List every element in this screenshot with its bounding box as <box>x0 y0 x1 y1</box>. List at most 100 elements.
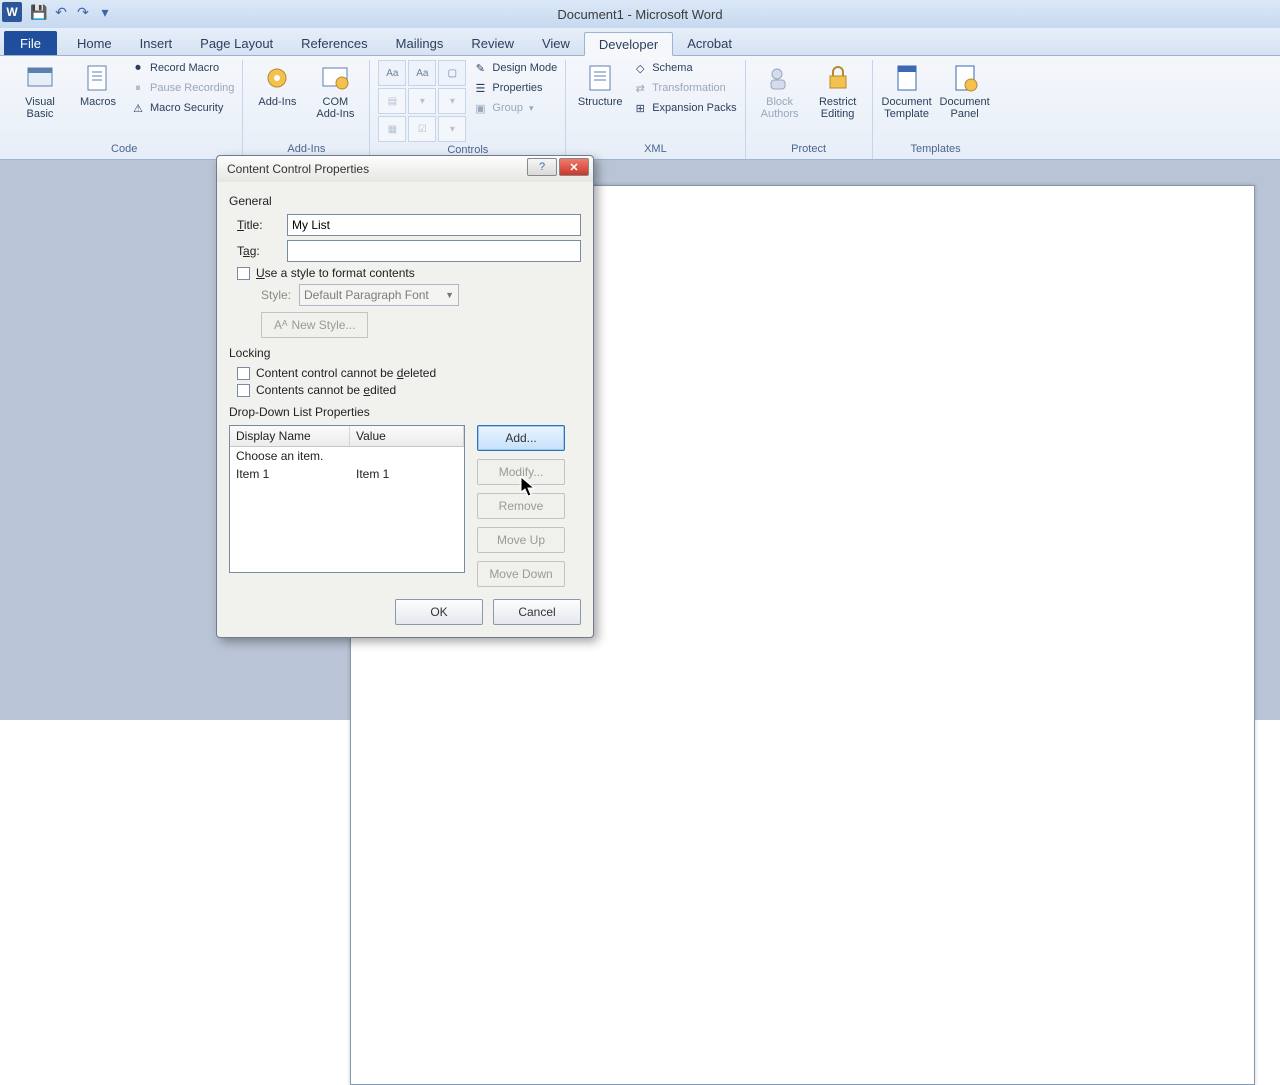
use-style-label: Use a style to format contents <box>256 266 415 280</box>
control-richtext[interactable]: Aa <box>378 60 406 86</box>
block-authors-icon <box>764 62 796 94</box>
add-button[interactable]: Add... <box>477 425 565 451</box>
template-icon <box>891 62 923 94</box>
save-icon[interactable]: 💾 <box>30 3 48 21</box>
group-button: ▣Group▾ <box>472 100 557 116</box>
visual-basic-button[interactable]: Visual Basic <box>14 60 66 122</box>
ribbon-group-addins: Add-Ins COM Add-Ins Add-Ins <box>243 60 370 159</box>
com-addins-icon <box>319 62 351 94</box>
help-icon: ? <box>539 161 545 173</box>
new-style-icon: Aᴬ <box>274 318 287 332</box>
tab-home[interactable]: Home <box>63 31 126 55</box>
tab-review[interactable]: Review <box>457 31 528 55</box>
lock-icon <box>822 62 854 94</box>
section-locking: Locking <box>229 346 581 360</box>
visual-basic-icon <box>24 62 56 94</box>
help-button[interactable]: ? <box>527 158 557 176</box>
group-label-xml: XML <box>644 141 667 159</box>
lock-edit-checkbox[interactable] <box>237 384 250 397</box>
chevron-down-icon: ▾ <box>529 103 534 114</box>
control-dropdown: ▾ <box>438 88 466 114</box>
tab-references[interactable]: References <box>287 31 381 55</box>
control-combobox: ▾ <box>408 88 436 114</box>
macro-security-button[interactable]: ⚠Macro Security <box>130 100 234 116</box>
move-down-button: Move Down <box>477 561 565 587</box>
use-style-checkbox[interactable] <box>237 267 250 280</box>
design-mode-button[interactable]: ✎Design Mode <box>472 60 557 76</box>
ribbon-group-xml: Structure ◇Schema ⇄Transformation ⊞Expan… <box>566 60 745 159</box>
modify-button: Modify... <box>477 459 565 485</box>
tag-label: Tag: <box>237 244 279 258</box>
title-bar: W 💾 ↶ ↷ ▾ Document1 - Microsoft Word <box>0 0 1280 28</box>
design-mode-icon: ✎ <box>472 60 488 76</box>
lock-delete-label: Content control cannot be deleted <box>256 366 436 380</box>
ribbon: Visual Basic Macros ⏺Record Macro ⏸Pause… <box>0 56 1280 160</box>
control-buildingblock: ▤ <box>378 88 406 114</box>
tab-mailings[interactable]: Mailings <box>382 31 458 55</box>
tab-file[interactable]: File <box>4 31 57 55</box>
macros-icon <box>82 62 114 94</box>
style-combo: Default Paragraph Font ▼ <box>299 284 459 306</box>
structure-button[interactable]: Structure <box>574 60 626 110</box>
window-title: Document1 - Microsoft Word <box>557 7 722 22</box>
document-template-button[interactable]: Document Template <box>881 60 933 122</box>
control-legacy: ▾ <box>438 116 466 142</box>
content-control-properties-dialog: Content Control Properties ? ✕ General T… <box>216 155 594 638</box>
expansion-packs-button[interactable]: ⊞Expansion Packs <box>632 100 736 116</box>
document-panel-button[interactable]: Document Panel <box>939 60 991 122</box>
group-label-protect: Protect <box>791 141 826 159</box>
group-icon: ▣ <box>472 100 488 116</box>
redo-icon[interactable]: ↷ <box>74 3 92 21</box>
title-input[interactable] <box>287 214 581 236</box>
control-picture[interactable]: ▢ <box>438 60 466 86</box>
dialog-title: Content Control Properties <box>227 162 369 176</box>
quick-access-toolbar: W 💾 ↶ ↷ ▾ <box>2 2 114 22</box>
remove-button: Remove <box>477 493 565 519</box>
tab-page-layout[interactable]: Page Layout <box>186 31 287 55</box>
addins-button[interactable]: Add-Ins <box>251 60 303 110</box>
cancel-button[interactable]: Cancel <box>493 599 581 625</box>
workspace <box>0 160 1280 720</box>
tab-view[interactable]: View <box>528 31 584 55</box>
undo-icon[interactable]: ↶ <box>52 3 70 21</box>
list-item[interactable]: Choose an item. <box>230 447 464 465</box>
style-combo-value: Default Paragraph Font <box>304 288 429 302</box>
style-label: Style: <box>261 288 291 302</box>
title-label: Title: <box>237 218 279 232</box>
control-checkbox: ☑ <box>408 116 436 142</box>
qat-more-icon[interactable]: ▾ <box>96 3 114 21</box>
tab-insert[interactable]: Insert <box>126 31 187 55</box>
dropdown-items-listbox[interactable]: Display Name Value Choose an item. Item … <box>229 425 465 573</box>
col-display-name: Display Name <box>230 426 350 446</box>
control-plaintext[interactable]: Aa <box>408 60 436 86</box>
dialog-title-bar[interactable]: Content Control Properties ? ✕ <box>217 156 593 182</box>
col-value: Value <box>350 426 464 446</box>
macros-button[interactable]: Macros <box>72 60 124 110</box>
structure-icon <box>584 62 616 94</box>
schema-button[interactable]: ◇Schema <box>632 60 736 76</box>
tag-input[interactable] <box>287 240 581 262</box>
lock-delete-checkbox[interactable] <box>237 367 250 380</box>
block-authors-button: Block Authors <box>754 60 806 122</box>
record-icon: ⏺ <box>130 60 146 76</box>
shield-icon: ⚠ <box>130 100 146 116</box>
com-addins-button[interactable]: COM Add-Ins <box>309 60 361 122</box>
expansion-icon: ⊞ <box>632 100 648 116</box>
controls-gallery[interactable]: Aa Aa ▢ ▤ ▾ ▾ ▦ ☑ ▾ <box>378 60 466 142</box>
section-ddl: Drop-Down List Properties <box>229 405 581 419</box>
record-macro-button[interactable]: ⏺Record Macro <box>130 60 234 76</box>
gear-icon <box>261 62 293 94</box>
ribbon-group-protect: Block Authors Restrict Editing Protect <box>746 60 873 159</box>
properties-button[interactable]: ☰Properties <box>472 80 557 96</box>
panel-icon <box>949 62 981 94</box>
close-icon: ✕ <box>569 161 578 174</box>
transformation-button: ⇄Transformation <box>632 80 736 96</box>
tab-acrobat[interactable]: Acrobat <box>673 31 746 55</box>
tab-developer[interactable]: Developer <box>584 32 673 56</box>
list-item[interactable]: Item 1 Item 1 <box>230 465 464 483</box>
close-button[interactable]: ✕ <box>559 158 589 176</box>
word-app-icon: W <box>2 2 22 22</box>
ok-button[interactable]: OK <box>395 599 483 625</box>
restrict-editing-button[interactable]: Restrict Editing <box>812 60 864 122</box>
transform-icon: ⇄ <box>632 80 648 96</box>
